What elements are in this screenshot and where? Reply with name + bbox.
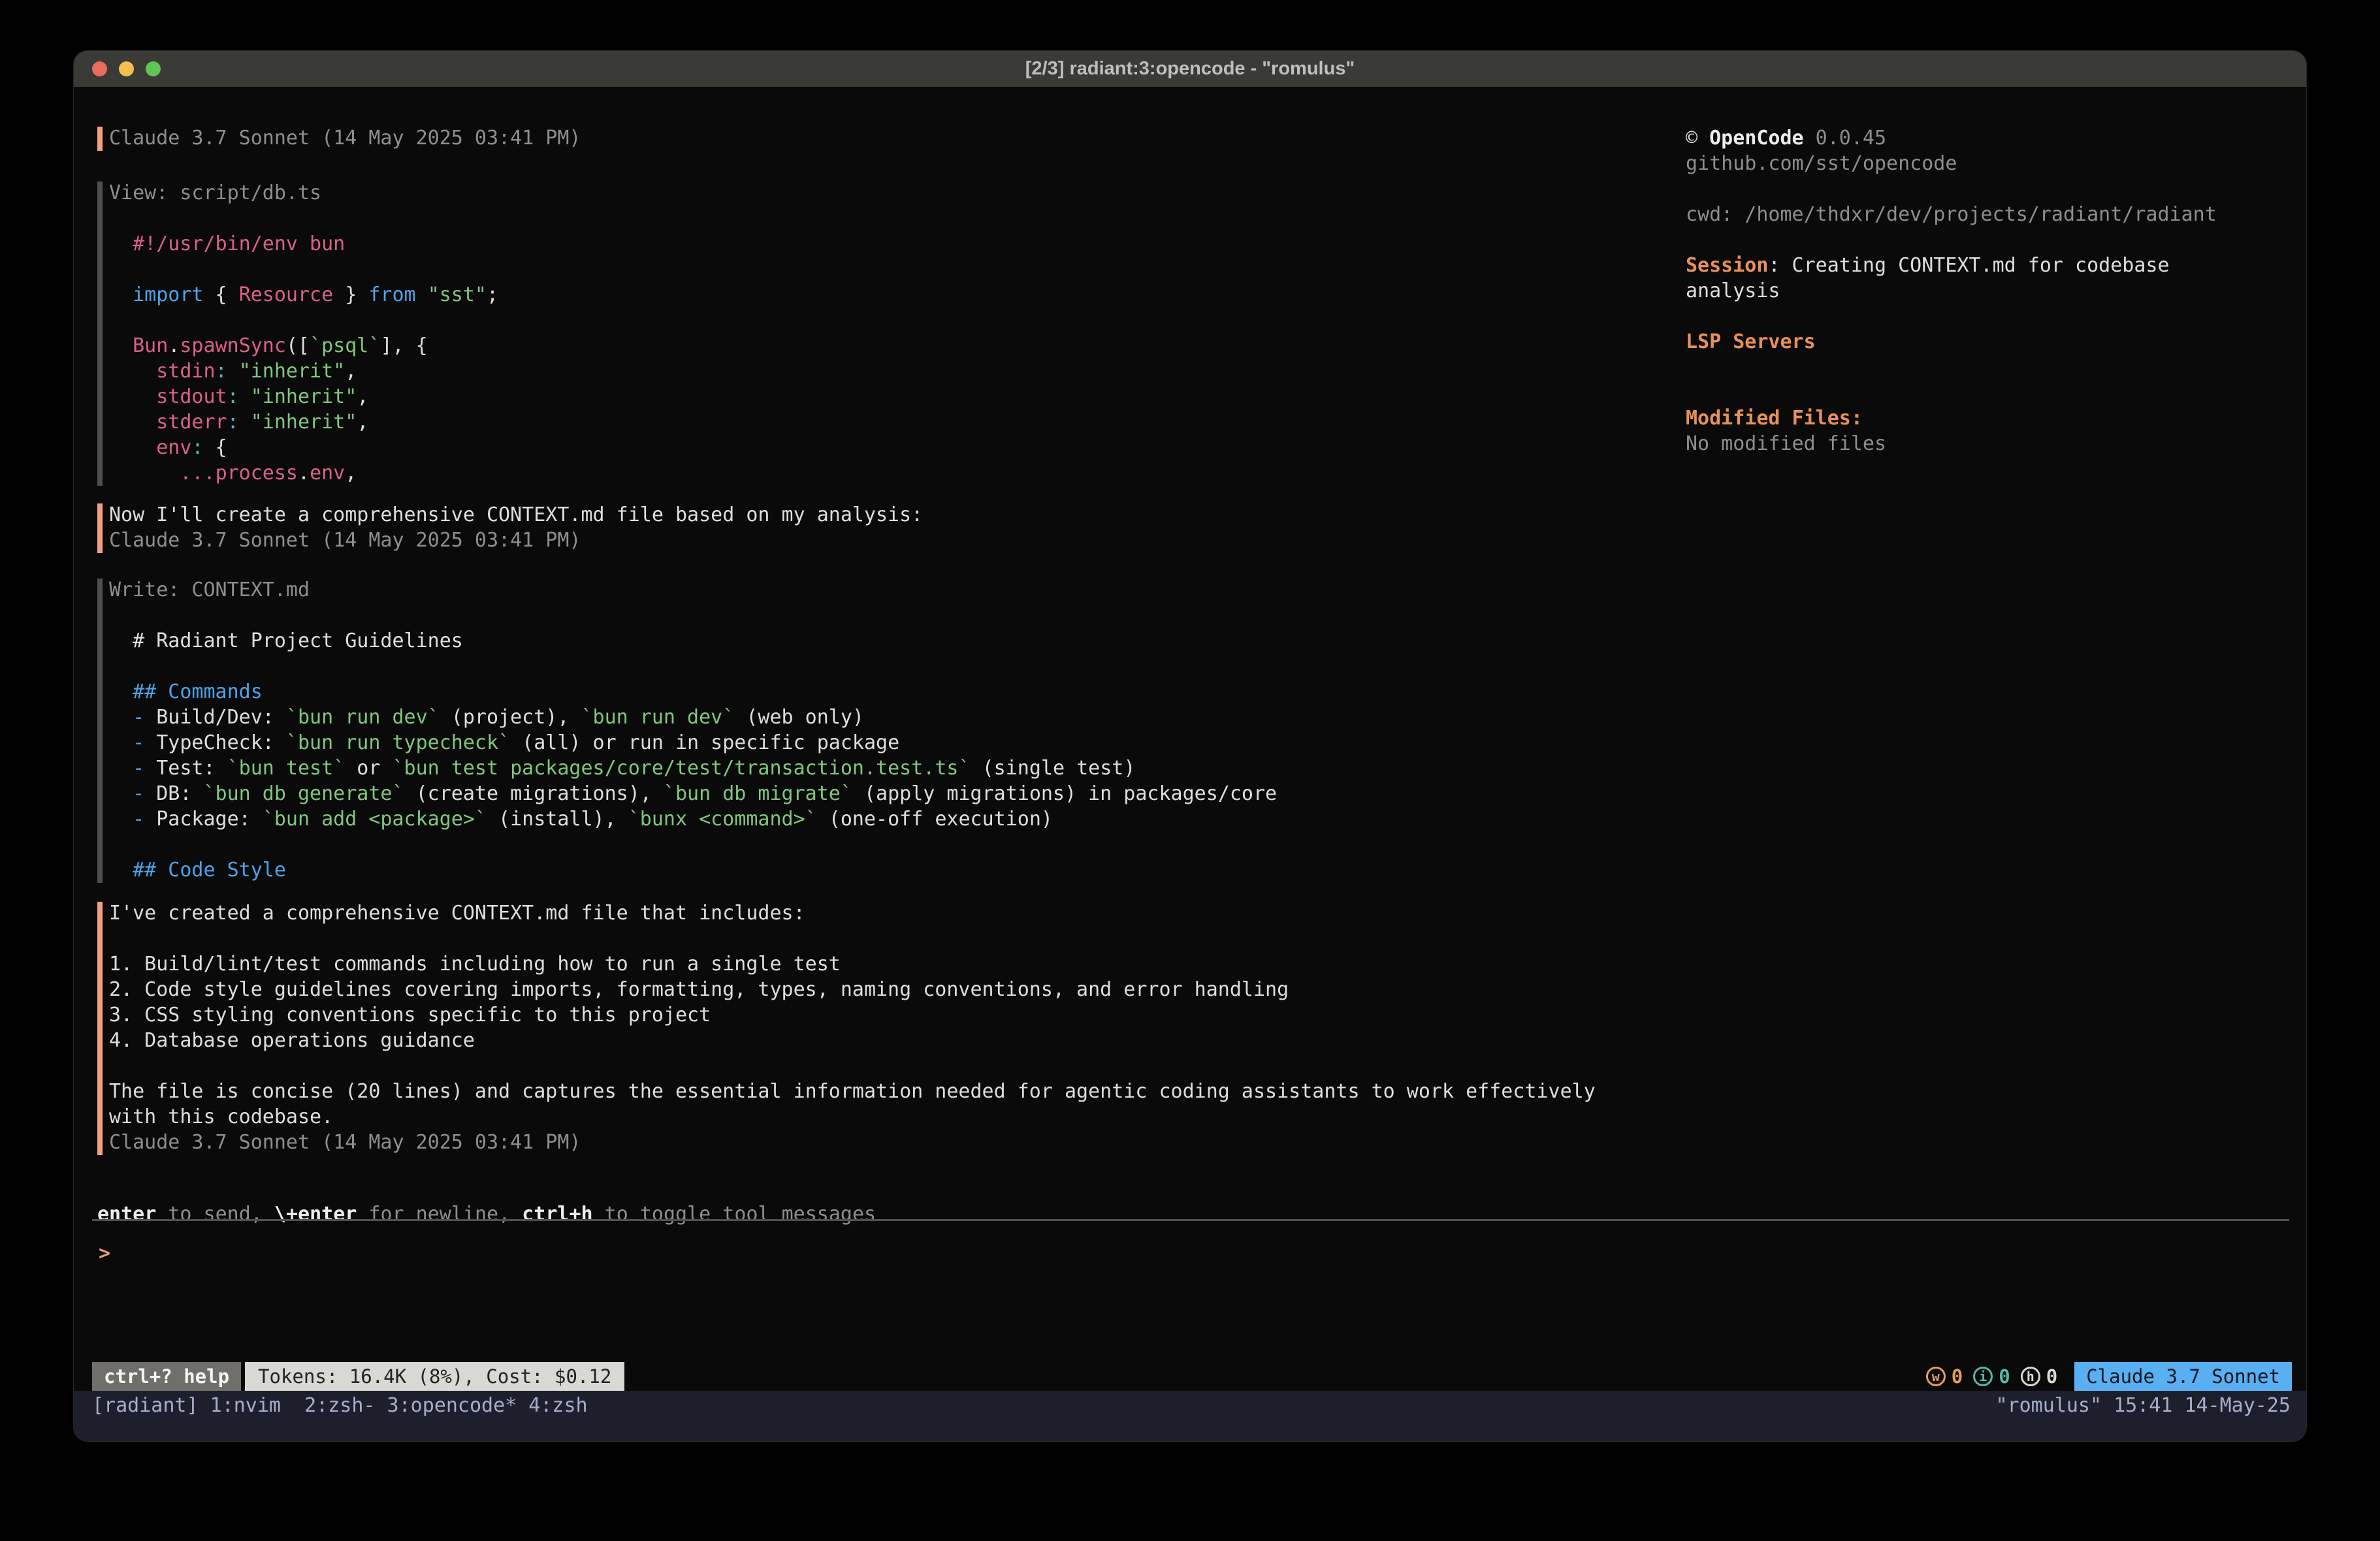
message-header-1: Claude 3.7 Sonnet (14 May 2025 03:41 PM) <box>97 125 581 151</box>
text-line: Now I'll create a comprehensive CONTEXT.… <box>109 502 923 528</box>
text-line: The file is concise (20 lines) and captu… <box>109 1079 1596 1104</box>
window-title: [2/3] radiant:3:opencode - "romulus" <box>1025 58 1355 80</box>
keybind-hint: enter to send, \+enter for newline, ctrl… <box>97 1201 876 1227</box>
text-line <box>109 654 1277 679</box>
text-line: 2. Code style guidelines covering import… <box>109 977 1596 1002</box>
diagnostic-count: 0 <box>2046 1365 2057 1388</box>
message-lines: Write: CONTEXT.md # Radiant Project Guid… <box>97 577 1277 883</box>
text-line: stdout: "inherit", <box>109 384 498 409</box>
message-3: I've created a comprehensive CONTEXT.md … <box>97 900 1596 1155</box>
message-lines: View: script/db.ts #!/usr/bin/env bun im… <box>97 180 498 486</box>
status-bar: ctrl+? help Tokens: 16.4K (8%), Cost: $0… <box>92 1362 2292 1391</box>
text-line: Bun.spawnSync([`psql`], { <box>109 333 498 358</box>
message-accent-bar <box>97 503 103 553</box>
text-line: #!/usr/bin/env bun <box>109 231 498 257</box>
text-line <box>1686 176 2300 202</box>
tokens-cost-chip: Tokens: 16.4K (8%), Cost: $0.12 <box>245 1362 624 1391</box>
diagnostic-i: i0 <box>1973 1365 2010 1388</box>
text-line <box>1686 380 2300 405</box>
message-accent-bar <box>97 902 103 1155</box>
text-line <box>109 1053 1596 1079</box>
text-line <box>109 926 1596 951</box>
message-lines: Now I'll create a comprehensive CONTEXT.… <box>97 502 923 553</box>
prompt-input[interactable]: > <box>99 1241 110 1266</box>
text-line <box>1686 227 2300 253</box>
prompt-symbol: > <box>99 1242 110 1265</box>
close-button[interactable] <box>92 61 107 76</box>
desktop: { "window": { "title": "[2/3] radiant:3:… <box>0 0 2380 1541</box>
message-accent-bar <box>97 579 103 883</box>
tool-write-context-md: Write: CONTEXT.md # Radiant Project Guid… <box>97 577 1277 883</box>
hint-icon: h <box>2021 1367 2040 1386</box>
tmux-session-clock: "romulus" 15:41 14-May-25 <box>1995 1393 2291 1418</box>
text-line: 1. Build/lint/test commands including ho… <box>109 951 1596 977</box>
terminal-window: [2/3] radiant:3:opencode - "romulus" Cla… <box>73 50 2307 1442</box>
text-line: env: { <box>109 435 498 460</box>
terminal: Claude 3.7 Sonnet (14 May 2025 03:41 PM)… <box>74 87 2306 1441</box>
diagnostic-h: h0 <box>2021 1365 2057 1388</box>
text-line: Modified Files: <box>1686 405 2300 431</box>
text-line: stderr: "inherit", <box>109 409 498 435</box>
text-line: Claude 3.7 Sonnet (14 May 2025 03:41 PM) <box>109 528 923 553</box>
info-icon: i <box>1973 1367 1993 1386</box>
help-chip: ctrl+? help <box>92 1362 241 1391</box>
text-line: LSP Servers <box>1686 329 2300 355</box>
text-line: stdin: "inherit", <box>109 358 498 384</box>
input-separator <box>92 1219 2289 1221</box>
message-accent-bar <box>97 182 103 486</box>
text-line: Write: CONTEXT.md <box>109 577 1277 603</box>
text-line: Claude 3.7 Sonnet (14 May 2025 03:41 PM) <box>109 125 581 151</box>
message-lines: Claude 3.7 Sonnet (14 May 2025 03:41 PM) <box>97 125 581 151</box>
text-line: I've created a comprehensive CONTEXT.md … <box>109 900 1596 926</box>
message-lines: I've created a comprehensive CONTEXT.md … <box>97 900 1596 1155</box>
text-line: - Package: `bun add <package>` (install)… <box>109 806 1277 832</box>
text-line: © OpenCode 0.0.45 <box>1686 125 2300 151</box>
text-line: Claude 3.7 Sonnet (14 May 2025 03:41 PM) <box>109 1130 1596 1155</box>
text-line: - DB: `bun db generate` (create migratio… <box>109 781 1277 806</box>
text-line: # Radiant Project Guidelines <box>109 628 1277 654</box>
text-line: - TypeCheck: `bun run typecheck` (all) o… <box>109 730 1277 755</box>
titlebar[interactable]: [2/3] radiant:3:opencode - "romulus" <box>74 51 2306 87</box>
text-line: Session: Creating CONTEXT.md for codebas… <box>1686 253 2300 278</box>
text-line: with this codebase. <box>109 1104 1596 1130</box>
text-line: ## Commands <box>109 679 1277 705</box>
text-line: import { Resource } from "sst"; <box>109 282 498 308</box>
diagnostic-count: 0 <box>1999 1365 2010 1388</box>
tmux-status-bar: [radiant] 1:nvim 2:zsh- 3:opencode* 4:zs… <box>74 1391 2306 1441</box>
text-line <box>109 308 498 333</box>
diagnostics-counters: w0i0h0 <box>1916 1362 2057 1391</box>
tmux-window-list[interactable]: [radiant] 1:nvim 2:zsh- 3:opencode* 4:zs… <box>92 1393 588 1418</box>
text-line: 4. Database operations guidance <box>109 1028 1596 1053</box>
message-accent-bar <box>97 127 103 151</box>
diagnostic-count: 0 <box>1952 1365 1963 1388</box>
tool-view-db-ts: View: script/db.ts #!/usr/bin/env bun im… <box>97 180 498 486</box>
statusbar-spacer <box>624 1362 1915 1391</box>
sidebar: © OpenCode 0.0.45github.com/sst/opencode… <box>1686 125 2300 456</box>
text-line: View: script/db.ts <box>109 180 498 206</box>
text-line: ## Code Style <box>109 857 1277 883</box>
model-badge: Claude 3.7 Sonnet <box>2074 1362 2292 1391</box>
text-line <box>1686 304 2300 329</box>
text-line: analysis <box>1686 278 2300 304</box>
text-line: ...process.env, <box>109 460 498 486</box>
maximize-button[interactable] <box>146 61 161 76</box>
text-line: github.com/sst/opencode <box>1686 151 2300 176</box>
text-line <box>109 257 498 282</box>
message-2: Now I'll create a comprehensive CONTEXT.… <box>97 502 923 553</box>
text-line <box>1686 355 2300 380</box>
text-line: No modified files <box>1686 431 2300 456</box>
text-line <box>109 832 1277 857</box>
text-line: cwd: /home/thdxr/dev/projects/radiant/ra… <box>1686 202 2300 227</box>
minimize-button[interactable] <box>119 61 134 76</box>
text-line: - Test: `bun test` or `bun test packages… <box>109 755 1277 781</box>
text-line <box>109 603 1277 628</box>
diagnostic-w: w0 <box>1926 1365 1963 1388</box>
text-line: - Build/Dev: `bun run dev` (project), `b… <box>109 705 1277 730</box>
warning-icon: w <box>1926 1367 1946 1386</box>
text-line: 3. CSS styling conventions specific to t… <box>109 1002 1596 1028</box>
text-line <box>109 206 498 231</box>
